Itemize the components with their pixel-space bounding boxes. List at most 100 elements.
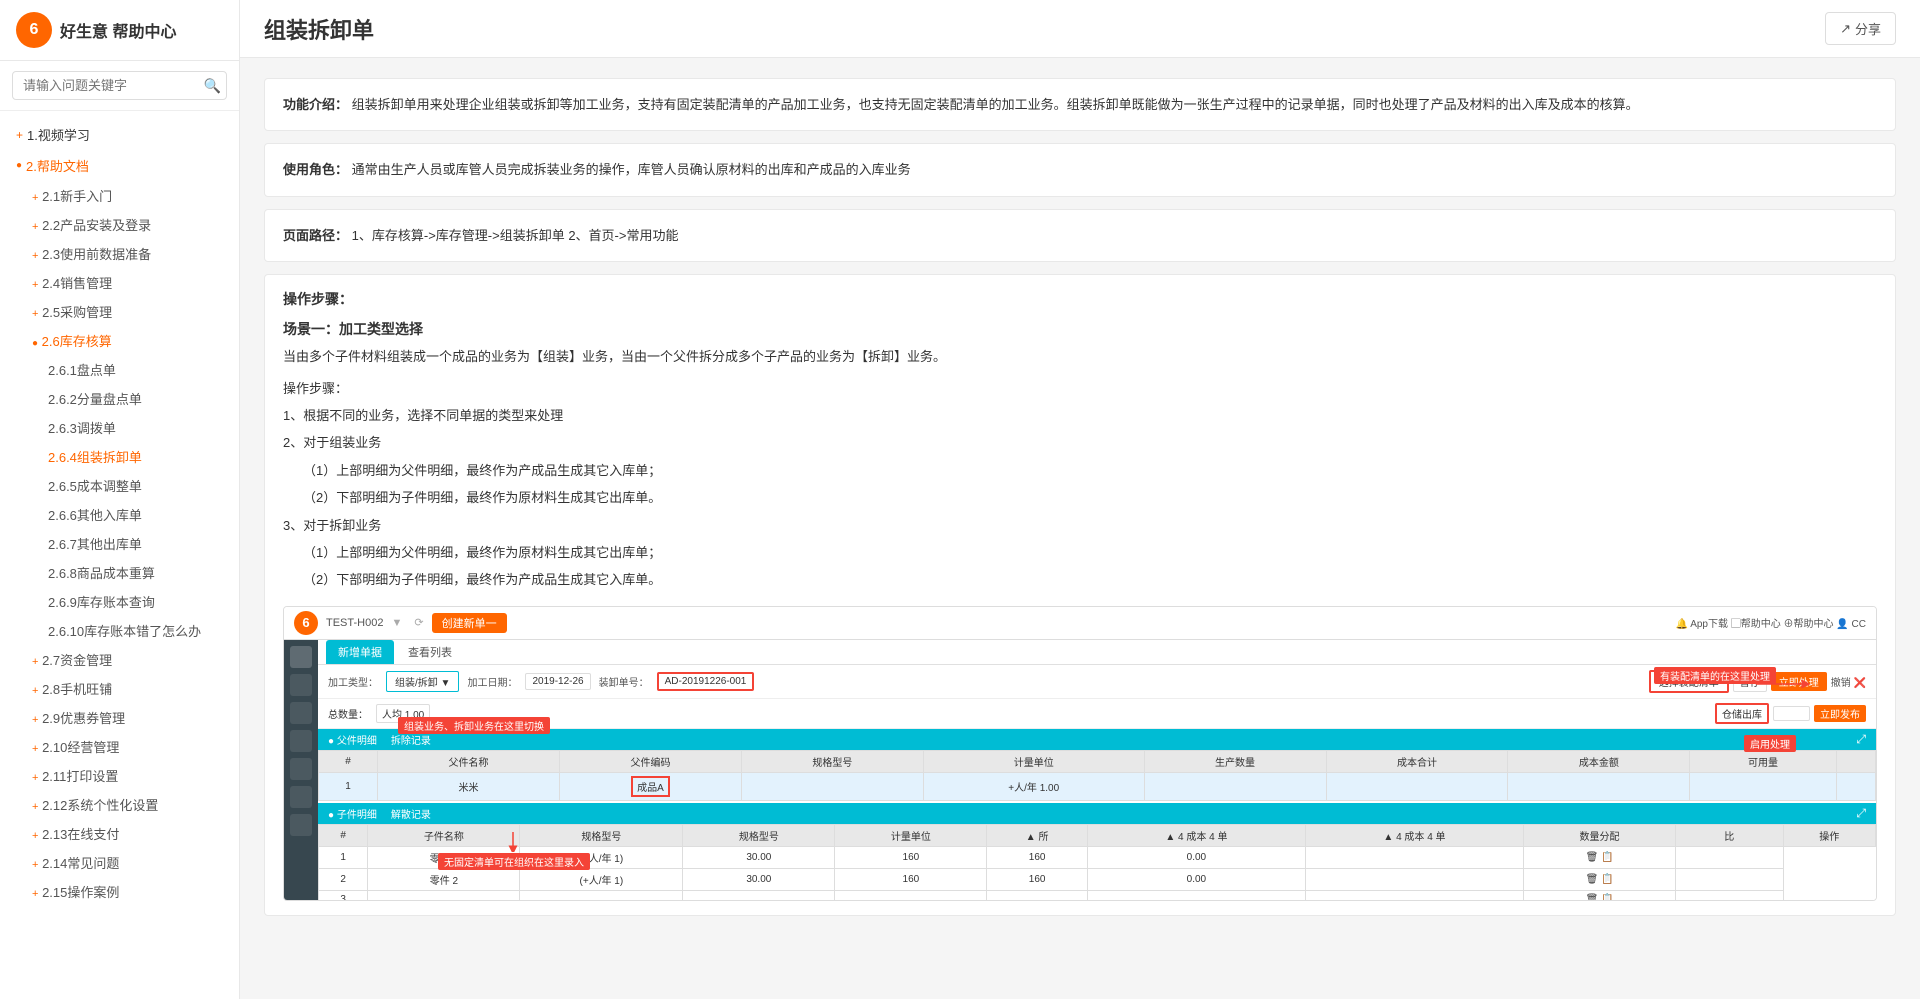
sidebar-item-2-6-9[interactable]: 2.6.9库存账本查询 (0, 587, 239, 616)
sim-confirm-btn: 立即发布 (1814, 705, 1866, 722)
sim-nav-icon-2 (290, 674, 312, 696)
sim-expand-icon-2: ⤢ (1856, 806, 1866, 821)
sidebar-item-2-5[interactable]: + 2.5采购管理 (0, 297, 239, 326)
sim-screenshot: 6 TEST-H002 ▼ ⟳ 创建新单一 🔔 App下载 ▢帮助中心 ⊕帮助中… (284, 607, 1876, 900)
sim-right-sub: 仓储出库 立即发布 (1715, 703, 1866, 724)
sidebar-header: 6 好生意 帮助中心 (0, 0, 239, 61)
sim-lower-section: ● 子件明细 解散记录 ⤢ (318, 803, 1876, 824)
share-icon: ↗ (1840, 21, 1851, 37)
sidebar-item-2-12[interactable]: + 2.12系统个性化设置 (0, 790, 239, 819)
sim-expand-icon: ⤢ (1856, 732, 1866, 747)
sidebar-item-2-6[interactable]: ● 2.6库存核算 (0, 326, 239, 355)
role-block: 使用角色： 通常由生产人员或库管人员完成拆装业务的操作，库管人员确认原材料的出库… (264, 143, 1896, 196)
path-label: 页面路径： (283, 228, 348, 243)
sim-nav-icon-5 (290, 758, 312, 780)
search-bar: 🔍 (0, 61, 239, 111)
screenshot-container: 6 TEST-H002 ▼ ⟳ 创建新单一 🔔 App下载 ▢帮助中心 ⊕帮助中… (283, 606, 1877, 901)
sidebar-item-2-6-10[interactable]: 2.6.10库存账本错了怎么办 (0, 616, 239, 645)
sim-body: 新增单据 查看列表 加工类型： 组装/拆卸 ▼ 加工日期： 2019-12-26… (284, 640, 1876, 900)
sim-upper-section: ● 父件明细 拆除记录 ⤢ (318, 729, 1876, 750)
scene1-title: 场景一：加工类型选择 (283, 319, 1877, 339)
sim-company-id: TEST-H002 (326, 617, 383, 629)
sidebar-item-2-6-5[interactable]: 2.6.5成本调整单 (0, 471, 239, 500)
step-3: 3、对于拆卸业务 (283, 514, 1877, 537)
sim-main-content: 新增单据 查看列表 加工类型： 组装/拆卸 ▼ 加工日期： 2019-12-26… (318, 640, 1876, 900)
sim-nav-icon-6 (290, 786, 312, 808)
circle-icon: ● (16, 160, 22, 171)
sidebar-item-2-13[interactable]: + 2.13在线支付 (0, 819, 239, 848)
search-button[interactable]: 🔍 (204, 77, 221, 94)
sim-type-label: 加工类型： (328, 674, 378, 689)
sim-warehouse-field (1773, 706, 1810, 721)
sidebar-item-help-docs[interactable]: ● 2.帮助文档 (0, 150, 239, 181)
sidebar-item-2-1[interactable]: + 2.1新手入门 (0, 181, 239, 210)
operations-title: 操作步骤： (283, 289, 1877, 309)
sim-table-row-lower-3: 3🗑 📋 (319, 890, 1876, 900)
sidebar-item-2-6-3[interactable]: 2.6.3调拨单 (0, 413, 239, 442)
sidebar-item-2-2[interactable]: + 2.2产品安装及登录 (0, 210, 239, 239)
sim-warehouse-select: 仓储出库 (1715, 703, 1769, 724)
sim-more-actions: 撤销 ❌ (1831, 674, 1866, 689)
sidebar-item-2-6-8[interactable]: 2.6.8商品成本重算 (0, 558, 239, 587)
sidebar-item-2-6-6[interactable]: 2.6.6其他入库单 (0, 500, 239, 529)
sim-date-field: 2019-12-26 (525, 673, 590, 690)
sidebar-item-2-3[interactable]: + 2.3使用前数据准备 (0, 239, 239, 268)
sim-date-label: 加工日期： (467, 674, 517, 689)
sidebar-item-2-8[interactable]: + 2.8手机旺铺 (0, 674, 239, 703)
logo-title: 好生意 帮助中心 (60, 18, 176, 42)
role-text: 通常由生产人员或库管人员完成拆装业务的操作，库管人员确认原材料的出库和产成品的入… (352, 162, 911, 177)
share-button[interactable]: ↗ 分享 (1825, 12, 1896, 45)
sidebar: 6 好生意 帮助中心 🔍 + 1.视频学习 ● 2.帮助文档 + 2.1新手入门… (0, 0, 240, 999)
sidebar-item-2-10[interactable]: + 2.10经营管理 (0, 732, 239, 761)
search-input[interactable] (12, 71, 227, 100)
annotation-4: 无固定清单可在组织在这里录入 (438, 853, 590, 870)
sim-count-label: 总数量： (328, 706, 368, 721)
sim-tab-active: 新增单据 (326, 640, 394, 664)
sim-create-btn: 创建新单一 (432, 613, 507, 633)
sidebar-item-2-6-7[interactable]: 2.6.7其他出库单 (0, 529, 239, 558)
sidebar-item-2-11[interactable]: + 2.11打印设置 (0, 761, 239, 790)
sim-table-row-lower-2: 2 零件 2 (+人/年 1) 30.00 160 160 0.00 🗑 � (319, 868, 1876, 890)
step-3-a: （1）上部明细为父件明细，最终作为原材料生成其它出库单； (283, 541, 1877, 564)
sidebar-item-video[interactable]: + 1.视频学习 (0, 119, 239, 150)
annotation-2: 组装业务、拆卸业务在这里切换 (398, 717, 550, 734)
nav-tree: + 1.视频学习 ● 2.帮助文档 + 2.1新手入门 + 2.2产品安装及登录… (0, 111, 239, 999)
sim-nav-icon-7 (290, 814, 312, 836)
sim-logo: 6 (294, 611, 318, 635)
scene1-steps-title: 操作步骤： (283, 377, 1877, 400)
annotation-3: 启用处理 (1744, 735, 1796, 752)
step-1: 1、根据不同的业务，选择不同单据的类型来处理 (283, 404, 1877, 427)
sim-serial-field: AD-20191226-001 (657, 672, 755, 691)
sim-table-row-upper: 1 米米 成品A +人/年 1.00 (319, 772, 1876, 800)
intro-block: 功能介绍： 组装拆卸单用来处理企业组装或拆卸等加工业务，支持有固定装配清单的产品… (264, 78, 1896, 131)
sidebar-item-2-15[interactable]: + 2.15操作案例 (0, 877, 239, 906)
sim-nav-icon-3 (290, 702, 312, 724)
role-label: 使用角色： (283, 162, 348, 177)
step-2-b: （2）下部明细为子件明细，最终作为原材料生成其它出库单。 (283, 486, 1877, 509)
intro-label: 功能介绍： (283, 97, 348, 112)
sidebar-item-2-7[interactable]: + 2.7资金管理 (0, 645, 239, 674)
sim-form-header: 加工类型： 组装/拆卸 ▼ 加工日期： 2019-12-26 装卸单号： AD-… (318, 665, 1876, 699)
sidebar-item-2-6-1[interactable]: 2.6.1盘点单 (0, 355, 239, 384)
step-3-b: （2）下部明细为子件明细，最终作为产成品生成其它入库单。 (283, 568, 1877, 591)
sidebar-item-2-9[interactable]: + 2.9优惠券管理 (0, 703, 239, 732)
sim-dropdown-icon: ▼ (391, 617, 402, 629)
sim-type-select: 组装/拆卸 ▼ (386, 671, 459, 692)
sim-tab-list: 查看列表 (398, 640, 462, 664)
sim-nav-icon-4 (290, 730, 312, 752)
step-2-a: （1）上部明细为父件明细，最终作为产成品生成其它入库单； (283, 459, 1877, 482)
annotation-4-arrow (498, 832, 528, 852)
sim-refresh-icon: ⟳ (414, 616, 423, 629)
sidebar-item-2-6-4[interactable]: 2.6.4组装拆卸单 (0, 442, 239, 471)
sim-left-nav (284, 640, 318, 900)
plus-icon: + (16, 128, 23, 142)
scene1-desc: 当由多个子件材料组装成一个成品的业务为【组装】业务，当由一个父件拆分成多个子产品… (283, 345, 1877, 368)
main-content-area: 组装拆卸单 ↗ 分享 功能介绍： 组装拆卸单用来处理企业组装或拆卸等加工业务，支… (240, 0, 1920, 999)
sidebar-item-2-14[interactable]: + 2.14常见问题 (0, 848, 239, 877)
sim-nav-icon-1 (290, 646, 312, 668)
sim-sub-form: 总数量： 人均 1.00 组装业务、拆卸业务在这里切换 仓储出库 立即发布 (318, 699, 1876, 729)
sidebar-item-2-4[interactable]: + 2.4销售管理 (0, 268, 239, 297)
path-block: 页面路径： 1、库存核算->库存管理->组装拆卸单 2、首页->常用功能 (264, 209, 1896, 262)
sidebar-item-2-6-2[interactable]: 2.6.2分量盘点单 (0, 384, 239, 413)
topbar: 组装拆卸单 ↗ 分享 (240, 0, 1920, 58)
